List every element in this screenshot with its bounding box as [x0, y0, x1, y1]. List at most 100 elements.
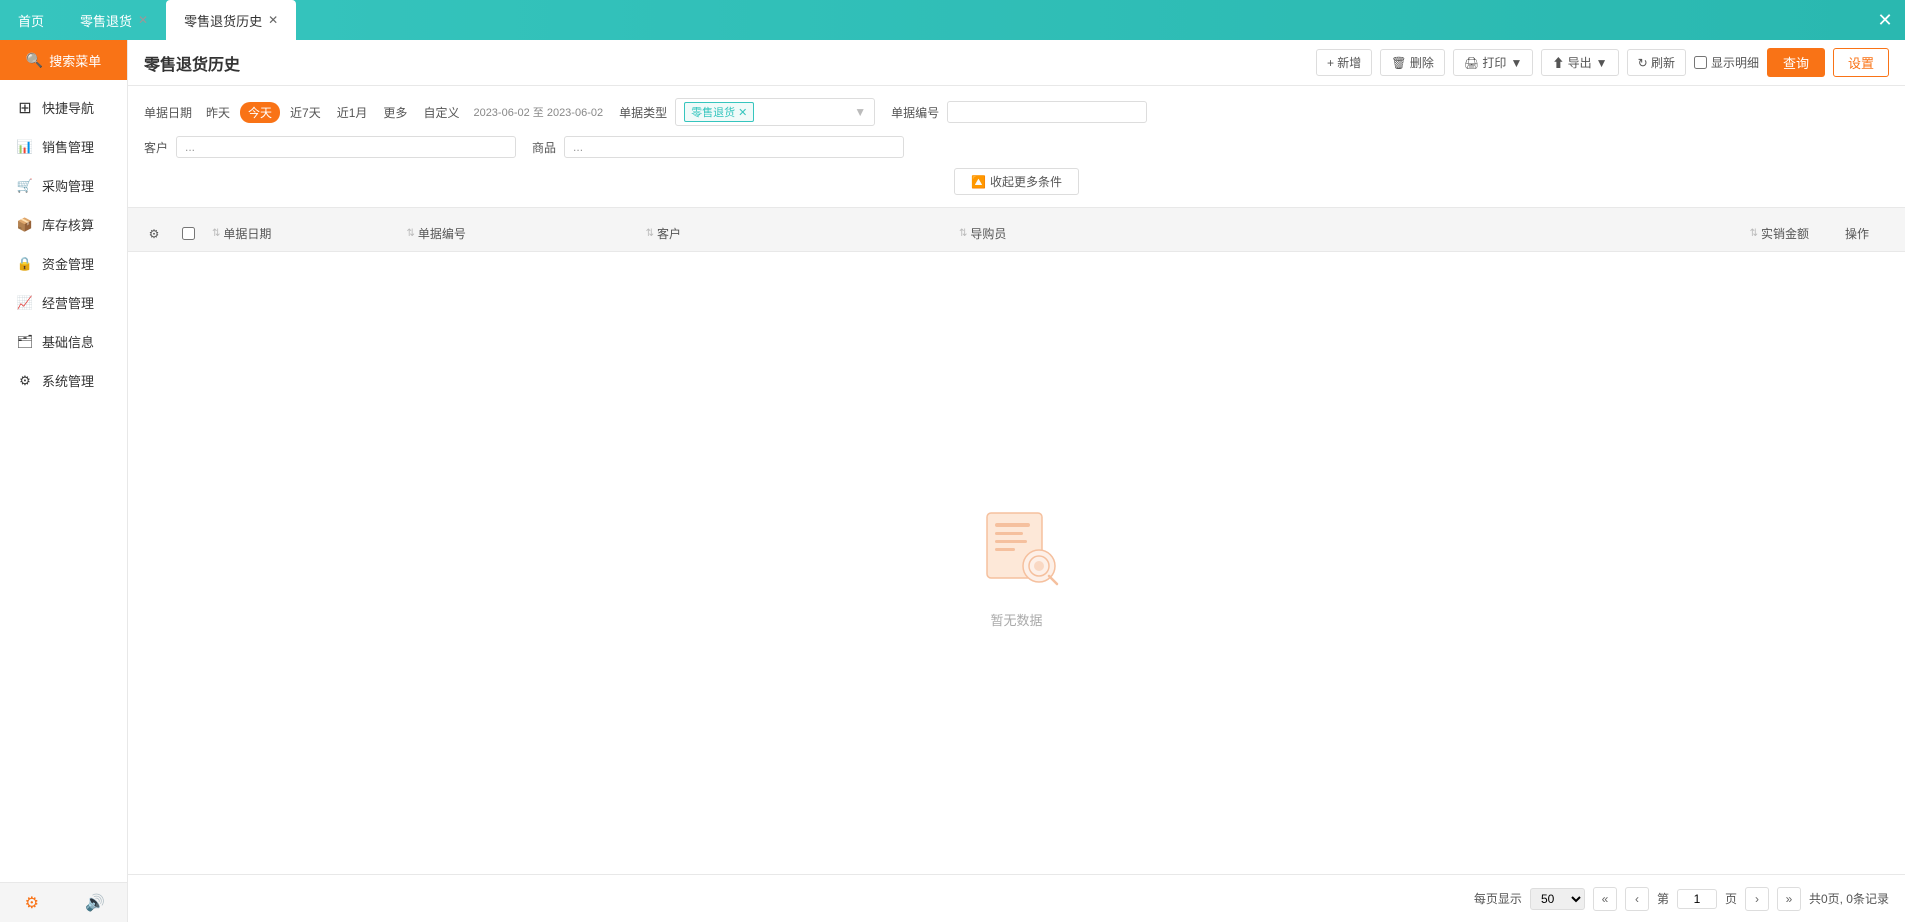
print-label: 🖨 打印 — [1464, 54, 1507, 71]
th-checkbox[interactable] — [172, 227, 204, 240]
date-btn-7days[interactable]: 近7天 — [284, 102, 327, 123]
date-btn-today[interactable]: 今天 — [240, 102, 280, 123]
date-filter: 单据日期 昨天 今天 近7天 近1月 更多 自定义 2023-06-02 至 2… — [144, 102, 603, 123]
query-button[interactable]: 查询 — [1767, 48, 1825, 77]
th-date[interactable]: ⇅ 单据日期 — [204, 225, 398, 242]
collapse-label: 收起更多条件 — [990, 173, 1062, 190]
sidebar: 🔍 搜索菜单 ⊞ 快捷导航 📊 销售管理 🛒 采购管理 📦 库存核算 🔒 — [0, 40, 128, 922]
new-button[interactable]: + 新增 — [1316, 49, 1372, 76]
th-customer[interactable]: ⇅ 客户 — [638, 225, 951, 242]
top-bar: 首页 零售退货 ✕ 零售退货历史 ✕ ✕ — [0, 0, 1905, 40]
doc-no-label: 单据编号 — [891, 104, 939, 121]
page-input[interactable] — [1677, 889, 1717, 909]
date-shortcuts: 昨天 今天 近7天 近1月 更多 自定义 — [200, 102, 465, 123]
search-menu-label: 搜索菜单 — [49, 51, 101, 70]
export-button[interactable]: ⬆ 导出 ▼ — [1541, 49, 1618, 76]
next-page-button[interactable]: › — [1745, 887, 1769, 911]
collapse-up-icon: 🔼 — [971, 175, 986, 189]
print-button[interactable]: 🖨 打印 ▼ — [1453, 49, 1533, 76]
top-tabs: 首页 零售退货 ✕ 零售退货历史 ✕ — [0, 0, 1865, 40]
sidebar-item-basic-info[interactable]: 🗂 基础信息 — [0, 322, 127, 361]
inventory-icon: 📦 — [16, 216, 34, 234]
sidebar-item-quick-nav[interactable]: ⊞ 快捷导航 — [0, 88, 127, 127]
settings-footer-button[interactable]: ⚙ — [16, 887, 48, 919]
main-layout: 🔍 搜索菜单 ⊞ 快捷导航 📊 销售管理 🛒 采购管理 📦 库存核算 🔒 — [0, 40, 1905, 922]
date-btn-custom[interactable]: 自定义 — [417, 102, 465, 123]
first-page-button[interactable]: « — [1593, 887, 1617, 911]
sidebar-item-label: 系统管理 — [42, 371, 94, 390]
window-close-button[interactable]: ✕ — [1865, 0, 1905, 40]
table-area: ⚙ ⇅ 单据日期 ⇅ 单据编号 ⇅ 客户 ⇅ 导购员 — [128, 216, 1905, 874]
sound-footer-button[interactable]: 🔊 — [79, 887, 111, 919]
goods-placeholder: ... — [573, 140, 583, 154]
date-range-value: 2023-06-02 至 2023-06-02 — [473, 104, 603, 120]
sidebar-item-finance[interactable]: 🔒 资金管理 — [0, 244, 127, 283]
goods-filter: 商品 ... — [532, 136, 904, 158]
sidebar-item-label: 快捷导航 — [42, 98, 94, 117]
sidebar-item-inventory[interactable]: 📦 库存核算 — [0, 205, 127, 244]
date-btn-yesterday[interactable]: 昨天 — [200, 102, 236, 123]
customer-select[interactable]: ... — [176, 136, 516, 158]
sidebar-item-purchase[interactable]: 🛒 采购管理 — [0, 166, 127, 205]
sidebar-nav: ⊞ 快捷导航 📊 销售管理 🛒 采购管理 📦 库存核算 🔒 资金管理 📈 — [0, 80, 127, 882]
customer-placeholder: ... — [185, 140, 195, 154]
select-all-checkbox[interactable] — [182, 227, 195, 240]
sort-icon: ⇅ — [406, 228, 414, 239]
system-icon: ⚙ — [16, 372, 34, 390]
show-detail-checkbox-wrap[interactable]: 显示明细 — [1694, 54, 1759, 71]
doc-type-tag: 零售退货 ✕ — [684, 102, 754, 122]
prev-page-button[interactable]: ‹ — [1625, 887, 1649, 911]
doc-type-select[interactable]: 零售退货 ✕ ▼ — [675, 98, 875, 126]
doc-no-input[interactable] — [947, 101, 1147, 123]
tab-retail-return-history-close[interactable]: ✕ — [268, 13, 278, 27]
content-area: 零售退货历史 + 新增 🗑 删除 🖨 打印 ▼ ⬆ 导出 ▼ ↻ 刷新 显示明细… — [128, 40, 1905, 922]
filter-area: 单据日期 昨天 今天 近7天 近1月 更多 自定义 2023-06-02 至 2… — [128, 86, 1905, 208]
sales-icon: 📊 — [16, 138, 34, 156]
th-ops: 操作 — [1817, 225, 1897, 242]
table-header: ⚙ ⇅ 单据日期 ⇅ 单据编号 ⇅ 客户 ⇅ 导购员 — [128, 216, 1905, 252]
th-guide[interactable]: ⇅ 导购员 — [951, 225, 1190, 242]
purchase-icon: 🛒 — [16, 177, 34, 195]
show-detail-checkbox[interactable] — [1694, 56, 1707, 69]
sidebar-item-operations[interactable]: 📈 经营管理 — [0, 283, 127, 322]
sidebar-item-label: 销售管理 — [42, 137, 94, 156]
refresh-button[interactable]: ↻ 刷新 — [1627, 49, 1686, 76]
toolbar: + 新增 🗑 删除 🖨 打印 ▼ ⬆ 导出 ▼ ↻ 刷新 显示明细 查询 设置 — [1316, 48, 1889, 77]
th-docno[interactable]: ⇅ 单据编号 — [398, 225, 637, 242]
page-header: 零售退货历史 + 新增 🗑 删除 🖨 打印 ▼ ⬆ 导出 ▼ ↻ 刷新 显示明细… — [128, 40, 1905, 86]
search-menu-button[interactable]: 🔍 搜索菜单 — [0, 40, 127, 80]
per-page-label: 每页显示 — [1474, 890, 1522, 907]
doc-type-dropdown-icon: ▼ — [854, 105, 866, 119]
collapse-button[interactable]: 🔼 收起更多条件 — [954, 168, 1079, 195]
goods-select[interactable]: ... — [564, 136, 904, 158]
last-page-button[interactable]: » — [1777, 887, 1801, 911]
table-body: 暂无数据 — [128, 252, 1905, 874]
date-btn-1month[interactable]: 近1月 — [331, 102, 374, 123]
empty-state: 暂无数据 — [967, 498, 1067, 629]
sort-icon: ⇅ — [646, 228, 654, 239]
tab-retail-return[interactable]: 零售退货 ✕ — [62, 0, 166, 40]
tag-close-icon[interactable]: ✕ — [738, 106, 747, 119]
th-amount[interactable]: ⇅ 实销金额 — [1652, 225, 1817, 242]
customer-label: 客户 — [144, 139, 168, 156]
goods-label: 商品 — [532, 139, 556, 156]
search-icon: 🔍 — [26, 52, 43, 69]
total-text: 共0页, 0条记录 — [1809, 890, 1889, 907]
delete-button[interactable]: 🗑 删除 — [1380, 49, 1445, 76]
sort-icon: ⇅ — [1750, 228, 1758, 239]
settings-button[interactable]: 设置 — [1833, 48, 1889, 77]
sidebar-item-system[interactable]: ⚙ 系统管理 — [0, 361, 127, 400]
date-btn-more[interactable]: 更多 — [377, 102, 413, 123]
tab-retail-return-history[interactable]: 零售退货历史 ✕ — [166, 0, 296, 40]
per-page-select[interactable]: 10 20 50 100 — [1530, 888, 1585, 910]
filter-row-2: 客户 ... 商品 ... — [144, 136, 1889, 158]
doc-type-filter: 单据类型 零售退货 ✕ ▼ — [619, 98, 875, 126]
tab-home[interactable]: 首页 — [0, 0, 62, 40]
sidebar-item-sales[interactable]: 📊 销售管理 — [0, 127, 127, 166]
th-settings[interactable]: ⚙ — [136, 227, 172, 241]
collapse-row: 🔼 收起更多条件 — [144, 168, 1889, 195]
doc-no-filter: 单据编号 — [891, 101, 1147, 123]
sidebar-item-label: 基础信息 — [42, 332, 94, 351]
tab-retail-return-close[interactable]: ✕ — [138, 13, 148, 27]
filter-row-1: 单据日期 昨天 今天 近7天 近1月 更多 自定义 2023-06-02 至 2… — [144, 98, 1889, 126]
